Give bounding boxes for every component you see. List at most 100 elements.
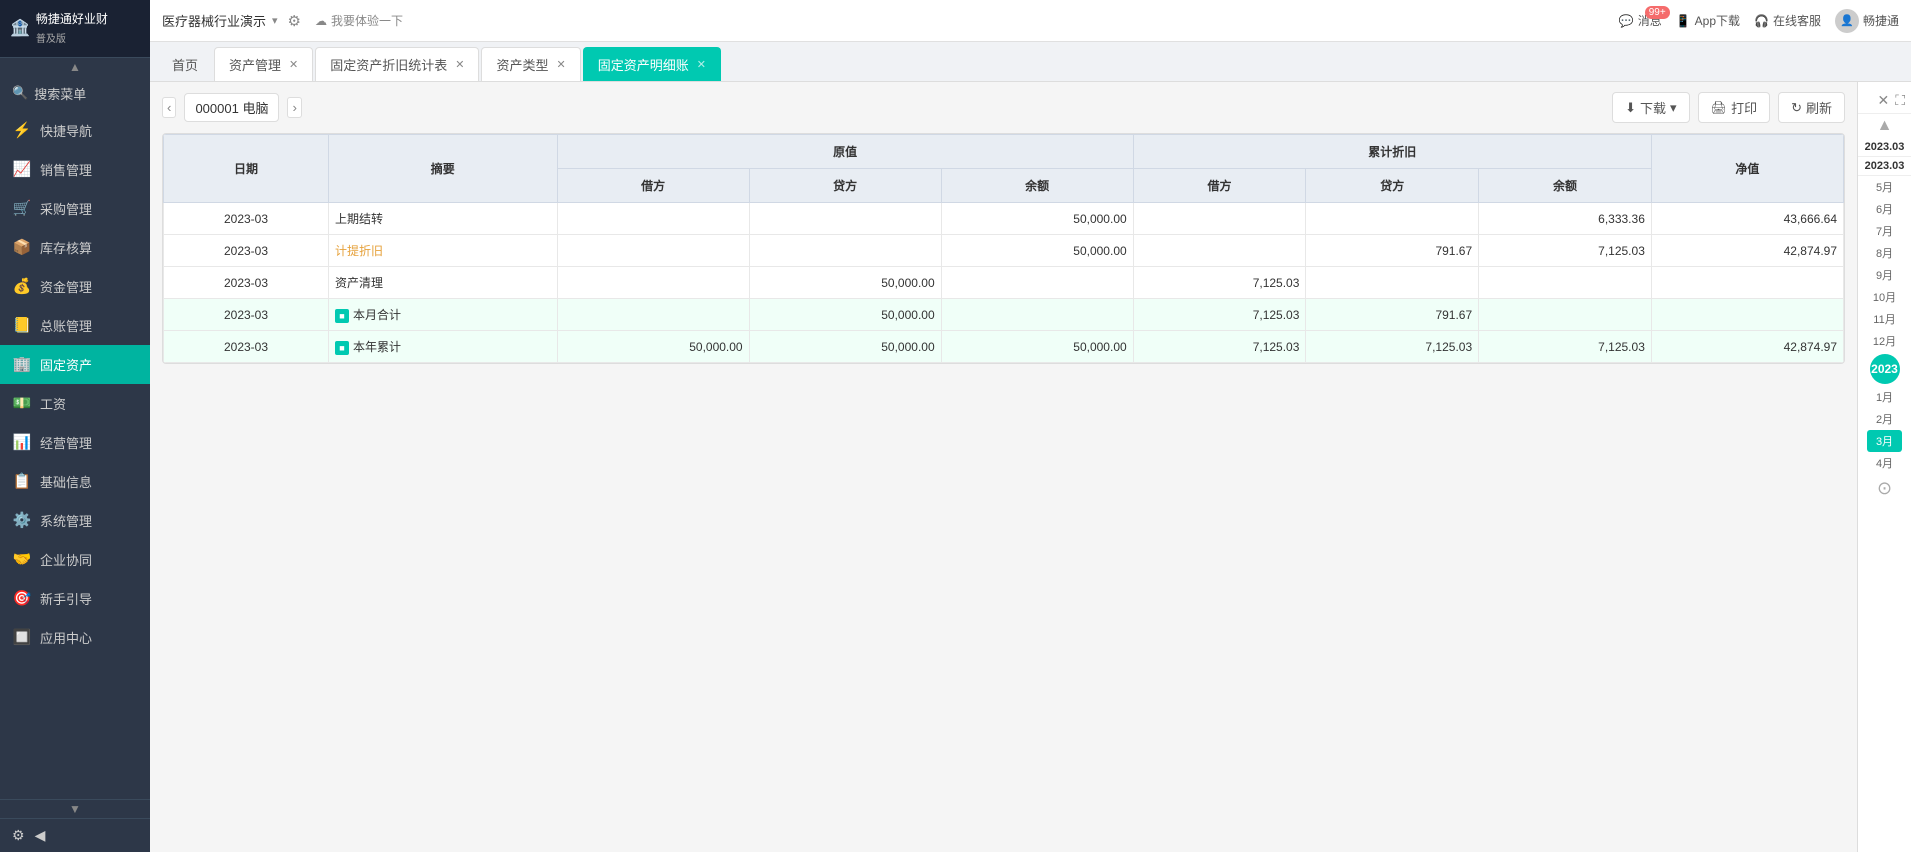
sidebar-item-fixed-assets[interactable]: 🏢 固定资产 <box>0 345 150 384</box>
sidebar-bottom: ⚙ ◀ <box>0 818 150 852</box>
sidebar-item-business[interactable]: 📊 经营管理 <box>0 423 150 462</box>
sidebar-item-finance[interactable]: 💰 资金管理 <box>0 267 150 306</box>
search-menu[interactable]: 🔍 搜索菜单 <box>0 76 150 111</box>
timeline-month[interactable]: 10月 <box>1867 286 1902 308</box>
tab-home[interactable]: 首页 <box>158 47 212 81</box>
col-accum-depreciation: 累计折旧 <box>1133 135 1651 169</box>
download-icon: ⬇ <box>1625 100 1636 116</box>
search-menu-label: 搜索菜单 <box>34 84 86 103</box>
tab-asset-type-label: 资产类型 <box>496 55 548 74</box>
timeline-month[interactable]: 2月 <box>1867 408 1902 430</box>
collapse-icon[interactable]: ◀ <box>35 827 46 844</box>
collab-icon: 🤝 <box>12 550 32 568</box>
asset-nav: ‹ 000001 电脑 › ⬇ 下载 ▾ 🖨 打印 ↻ 刷新 <box>162 92 1845 123</box>
sidebar: 🏦 畅捷通好业财 普及版 ▲ 🔍 搜索菜单 ⚡ 快捷导航 📈 销售管理 🛒 采购… <box>0 0 150 852</box>
message-badge: 99+ <box>1645 6 1670 19</box>
tab-asset-detail[interactable]: 固定资产明细账 ✕ <box>583 47 721 81</box>
sidebar-item-basic-info[interactable]: 📋 基础信息 <box>0 462 150 501</box>
prev-asset-button[interactable]: ‹ <box>162 97 176 118</box>
sidebar-item-guide[interactable]: 🎯 新手引导 <box>0 579 150 618</box>
sidebar-item-collab[interactable]: 🤝 企业协同 <box>0 540 150 579</box>
sidebar-item-sales[interactable]: 📈 销售管理 <box>0 150 150 189</box>
online-service-button[interactable]: 🎧 在线客服 <box>1754 12 1821 29</box>
timeline-month[interactable]: 7月 <box>1867 220 1902 242</box>
business-label: 经营管理 <box>40 433 92 452</box>
timeline-month[interactable]: 11月 <box>1867 308 1902 330</box>
col-original-value: 原值 <box>557 135 1133 169</box>
avatar: 👤 <box>1835 9 1859 33</box>
col-orig-balance: 余额 <box>941 169 1133 203</box>
app-download-icon: 📱 <box>1676 14 1691 28</box>
tab-depreciation-stat[interactable]: 固定资产折旧统计表 ✕ <box>315 47 479 81</box>
sidebar-item-salary[interactable]: 💵 工资 <box>0 384 150 423</box>
app-logo-icon: 🏦 <box>10 18 30 38</box>
timeline-header1: 2023.03 <box>1858 138 1911 157</box>
sidebar-item-inventory[interactable]: 📦 库存核算 <box>0 228 150 267</box>
next-asset-button[interactable]: › <box>287 97 301 118</box>
salary-label: 工资 <box>40 394 66 413</box>
content-area: ‹ 000001 电脑 › ⬇ 下载 ▾ 🖨 打印 ↻ 刷新 <box>150 82 1911 852</box>
print-button[interactable]: 🖨 打印 <box>1698 92 1771 123</box>
panel-close-button[interactable]: ✕ <box>1877 92 1889 109</box>
timeline-month[interactable]: 4月 <box>1867 452 1902 474</box>
timeline-nav-up[interactable]: ▲ <box>1874 114 1896 138</box>
topbar-gear-icon[interactable]: ⚙ <box>288 12 301 30</box>
timeline-month[interactable]: 12月 <box>1867 330 1902 352</box>
sidebar-item-system[interactable]: ⚙️ 系统管理 <box>0 501 150 540</box>
tab-depreciation-stat-close[interactable]: ✕ <box>455 58 464 71</box>
tab-asset-type[interactable]: 资产类型 ✕ <box>481 47 580 81</box>
timeline-month-active[interactable]: 3月 <box>1867 430 1902 452</box>
messages-button[interactable]: 💬 消息 99+ <box>1619 12 1662 29</box>
main-area: 医疗器械行业演示 ▾ ⚙ ☁ 我要体验一下 💬 消息 99+ 📱 App下载 🎧… <box>150 0 1911 852</box>
business-icon: 📊 <box>12 433 32 451</box>
company-dropdown-icon: ▾ <box>272 14 278 27</box>
sidebar-nav: ⚡ 快捷导航 📈 销售管理 🛒 采购管理 📦 库存核算 💰 资金管理 📒 总账管… <box>0 111 150 799</box>
tab-asset-detail-close[interactable]: ✕ <box>697 58 706 71</box>
ledger-label: 总账管理 <box>40 316 92 335</box>
settings-icon[interactable]: ⚙ <box>12 827 25 844</box>
panel-expand-button[interactable]: ⛶ <box>1895 92 1905 109</box>
refresh-button[interactable]: ↻ 刷新 <box>1778 92 1845 123</box>
tab-asset-type-close[interactable]: ✕ <box>557 58 566 71</box>
sidebar-item-ledger[interactable]: 📒 总账管理 <box>0 306 150 345</box>
system-label: 系统管理 <box>40 511 92 530</box>
sidebar-scroll-down[interactable]: ▼ <box>0 799 150 818</box>
purchase-icon: 🛒 <box>12 199 32 217</box>
quick-nav-label: 快捷导航 <box>40 121 92 140</box>
sidebar-item-quick-nav[interactable]: ⚡ 快捷导航 <box>0 111 150 150</box>
experience-label: 我要体验一下 <box>331 12 403 29</box>
tab-asset-mgmt-close[interactable]: ✕ <box>289 58 298 71</box>
sidebar-item-purchase[interactable]: 🛒 采购管理 <box>0 189 150 228</box>
app-download-label: App下载 <box>1695 12 1740 29</box>
app-center-icon: 🔲 <box>12 628 32 646</box>
sidebar-item-app-center[interactable]: 🔲 应用中心 <box>0 618 150 657</box>
app-version: 普及版 <box>36 30 108 45</box>
tab-asset-mgmt-label: 资产管理 <box>229 55 281 74</box>
tab-asset-mgmt[interactable]: 资产管理 ✕ <box>214 47 313 81</box>
timeline-bottom-icon[interactable]: ⊙ <box>1873 474 1896 503</box>
experience-icon: ☁ <box>315 14 327 28</box>
timeline-month[interactable]: 5月 <box>1867 176 1902 198</box>
sidebar-scroll-up[interactable]: ▲ <box>0 58 150 76</box>
download-button[interactable]: ⬇ 下载 ▾ <box>1612 92 1689 123</box>
sidebar-header: 🏦 畅捷通好业财 普及版 <box>0 0 150 58</box>
experience-button[interactable]: ☁ 我要体验一下 <box>315 12 403 29</box>
timeline-month[interactable]: 1月 <box>1867 386 1902 408</box>
timeline-year-badge[interactable]: 2023 <box>1870 354 1900 384</box>
refresh-label: 刷新 <box>1806 98 1832 117</box>
company-selector[interactable]: 医疗器械行业演示 ▾ <box>162 11 278 30</box>
purchase-label: 采购管理 <box>40 199 92 218</box>
refresh-icon: ↻ <box>1791 100 1802 116</box>
sales-label: 销售管理 <box>40 160 92 179</box>
col-date: 日期 <box>164 135 329 203</box>
download-arrow-icon: ▾ <box>1670 100 1677 116</box>
timeline-month[interactable]: 8月 <box>1867 242 1902 264</box>
user-menu[interactable]: 👤 畅捷通 <box>1835 9 1899 33</box>
app-name: 畅捷通好业财 <box>36 12 108 28</box>
summary-badge-icon: ■ <box>335 341 349 355</box>
timeline-month[interactable]: 6月 <box>1867 198 1902 220</box>
app-download-button[interactable]: 📱 App下载 <box>1676 12 1740 29</box>
fixed-assets-label: 固定资产 <box>40 355 92 374</box>
col-net-value: 净值 <box>1651 135 1843 203</box>
timeline-month[interactable]: 9月 <box>1867 264 1902 286</box>
